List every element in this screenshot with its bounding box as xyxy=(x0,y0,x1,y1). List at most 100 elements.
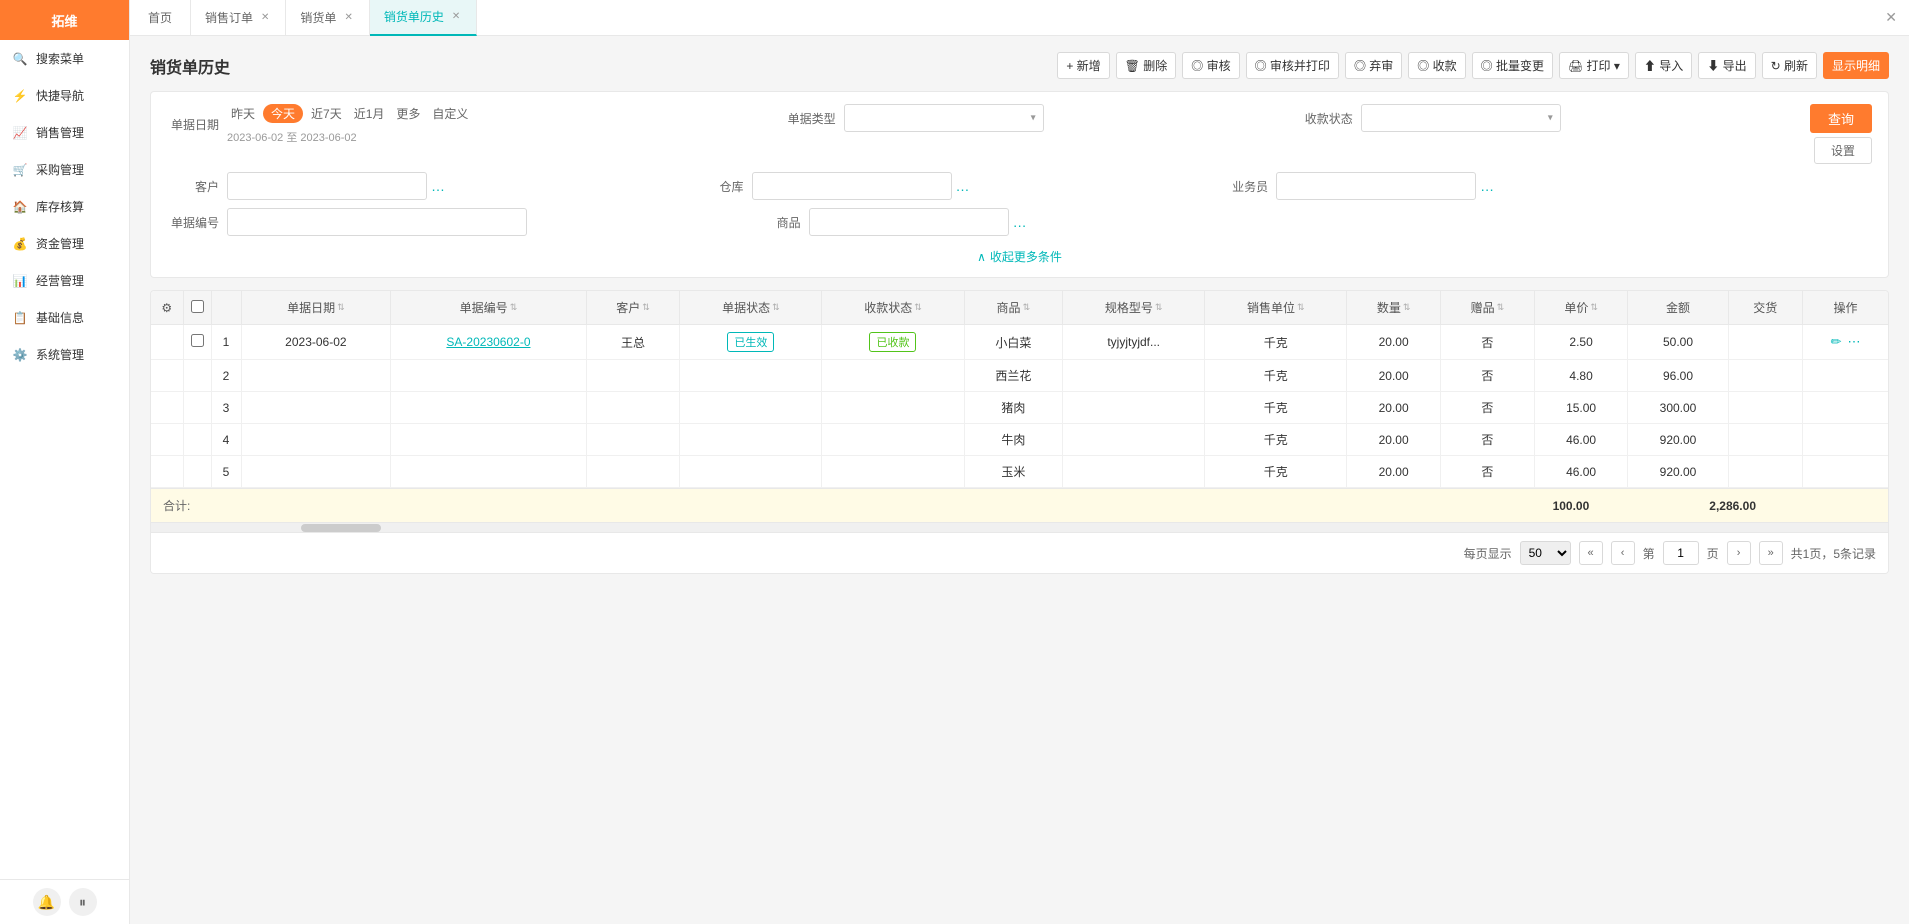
payment-status-badge: 已收款 xyxy=(869,332,916,352)
set-button[interactable]: 设置 xyxy=(1814,137,1872,164)
sidebar-item-quick-nav[interactable]: ⚡ 快捷导航 xyxy=(0,77,129,114)
abandon-button[interactable]: ◎ 弃审 xyxy=(1345,52,1402,79)
content-area: 销货单历史 + 新增 🗑 删除 ◎ 审核 ◎ 审核并打印 ◎ 弃审 ◎ 收款 ◎… xyxy=(130,36,1909,924)
row-goods: 猪肉 xyxy=(964,392,1063,424)
collect-button[interactable]: ◎ 收款 xyxy=(1408,52,1465,79)
select-all-checkbox[interactable] xyxy=(191,300,204,313)
row-checkbox[interactable] xyxy=(191,334,204,347)
refresh-button[interactable]: ↻ 刷新 xyxy=(1762,52,1817,79)
row-qty: 20.00 xyxy=(1347,392,1441,424)
col-payment-status[interactable]: 收款状态⇅ xyxy=(822,291,964,325)
sidebar-item-basic-info[interactable]: 📋 基础信息 xyxy=(0,299,129,336)
col-doc-no[interactable]: 单据编号⇅ xyxy=(391,291,586,325)
audit-button[interactable]: ◎ 审核 xyxy=(1182,52,1239,79)
col-gift[interactable]: 赠品⇅ xyxy=(1441,291,1535,325)
row-qty: 20.00 xyxy=(1347,325,1441,360)
sidebar-item-label: 资金管理 xyxy=(36,235,84,252)
sort-icon-gift: ⇅ xyxy=(1497,302,1505,313)
date-shortcut-7days[interactable]: 近7天 xyxy=(307,104,346,123)
tab-sales-goods[interactable]: 销货单 ✕ xyxy=(286,0,369,36)
date-shortcut-custom[interactable]: 自定义 xyxy=(428,104,472,123)
data-table-wrap: ⚙ 单据日期⇅ 单据编号⇅ 客户⇅ xyxy=(150,290,1889,574)
doc-no-link[interactable]: SA-20230602-0 xyxy=(446,335,530,349)
sidebar-item-system-mgmt[interactable]: ⚙️ 系统管理 xyxy=(0,336,129,373)
query-button[interactable]: 查询 xyxy=(1810,104,1872,133)
tab-sales-history[interactable]: 销货单历史 ✕ xyxy=(370,0,477,36)
collapse-link[interactable]: ∧ 收起更多条件 xyxy=(167,244,1872,265)
customer-input[interactable] xyxy=(227,172,427,200)
sidebar-item-ops-mgmt[interactable]: 📊 经营管理 xyxy=(0,262,129,299)
sidebar-item-sales-mgmt[interactable]: 📈 销售管理 xyxy=(0,114,129,151)
salesperson-input[interactable] xyxy=(1276,172,1476,200)
col-spec[interactable]: 规格型号⇅ xyxy=(1063,291,1205,325)
col-goods[interactable]: 商品⇅ xyxy=(964,291,1063,325)
date-shortcut-today[interactable]: 今天 xyxy=(263,104,303,123)
more-icon[interactable]: ⋯ xyxy=(1847,334,1860,350)
tab-sales-history-close[interactable]: ✕ xyxy=(450,9,462,24)
scrollbar-thumb[interactable] xyxy=(301,524,381,532)
pause-btn[interactable]: ⏸ xyxy=(69,888,97,916)
tab-sales-goods-close[interactable]: ✕ xyxy=(342,10,354,25)
pagination-bar: 每页显示 50 100 « ‹ 第 页 › » 共1页，5条记录 xyxy=(151,532,1888,573)
export-button[interactable]: ⬇ 导出 xyxy=(1698,52,1755,79)
sidebar-item-stock-calc[interactable]: 🏠 库存核算 xyxy=(0,188,129,225)
doc-no-input[interactable] xyxy=(227,208,527,236)
col-unit[interactable]: 销售单位⇅ xyxy=(1205,291,1347,325)
payment-status-select[interactable] xyxy=(1361,104,1561,132)
col-doc-status[interactable]: 单据状态⇅ xyxy=(680,291,822,325)
sidebar-item-label: 快捷导航 xyxy=(36,87,84,104)
goods-input[interactable] xyxy=(809,208,1009,236)
col-qty[interactable]: 数量⇅ xyxy=(1347,291,1441,325)
sidebar-item-finance-mgmt[interactable]: 💰 资金管理 xyxy=(0,225,129,262)
first-page-btn[interactable]: « xyxy=(1579,541,1603,565)
show-detail-button[interactable]: 显示明细 xyxy=(1823,52,1889,79)
tab-sales-order[interactable]: 销售订单 ✕ xyxy=(191,0,286,36)
date-shortcut-more[interactable]: 更多 xyxy=(392,104,424,123)
notification-btn[interactable]: 🔔 xyxy=(33,888,61,916)
prev-page-btn[interactable]: ‹ xyxy=(1611,541,1635,565)
row-unit: 千克 xyxy=(1205,392,1347,424)
salesperson-dots[interactable]: … xyxy=(1480,178,1494,194)
import-button[interactable]: ⬆ 导入 xyxy=(1635,52,1692,79)
print-button[interactable]: 🖨 打印 ▾ xyxy=(1559,52,1629,79)
sidebar-item-purchase-mgmt[interactable]: 🛒 采购管理 xyxy=(0,151,129,188)
page-input[interactable] xyxy=(1663,541,1699,565)
horizontal-scrollbar[interactable] xyxy=(151,522,1888,532)
goods-dots[interactable]: … xyxy=(1013,214,1027,230)
date-shortcut-yesterday[interactable]: 昨天 xyxy=(227,104,259,123)
last-page-btn[interactable]: » xyxy=(1759,541,1783,565)
audit-print-button[interactable]: ◎ 审核并打印 xyxy=(1246,52,1339,79)
tab-home[interactable]: 首页 xyxy=(130,0,191,36)
delete-button[interactable]: 🗑 删除 xyxy=(1116,52,1177,79)
total-info: 共1页，5条记录 xyxy=(1791,545,1876,562)
batch-change-button[interactable]: ◎ 批量变更 xyxy=(1472,52,1553,79)
next-page-btn[interactable]: › xyxy=(1727,541,1751,565)
col-doc-date-label: 单据日期 xyxy=(287,299,335,316)
row-unit: 千克 xyxy=(1205,456,1347,488)
query-btn-wrap: 查询 设置 xyxy=(1798,104,1872,164)
date-shortcut-1month[interactable]: 近1月 xyxy=(350,104,389,123)
col-doc-date[interactable]: 单据日期⇅ xyxy=(241,291,391,325)
warehouse-label: 仓库 xyxy=(692,178,752,195)
row-amount: 50.00 xyxy=(1628,325,1728,360)
doc-type-select[interactable] xyxy=(844,104,1044,132)
row-doc-no xyxy=(391,360,586,392)
col-settings[interactable]: ⚙ xyxy=(151,291,183,325)
sort-icon-spec: ⇅ xyxy=(1155,302,1163,313)
tab-sales-history-label: 销货单历史 xyxy=(384,8,444,25)
tab-bar-close-all[interactable]: ✕ xyxy=(1885,9,1909,26)
col-customer[interactable]: 客户⇅ xyxy=(586,291,680,325)
customer-dots[interactable]: … xyxy=(431,178,445,194)
col-doc-no-label: 单据编号 xyxy=(460,299,508,316)
per-page-select[interactable]: 50 100 xyxy=(1520,541,1571,565)
warehouse-dots[interactable]: … xyxy=(956,178,970,194)
row-unit: 千克 xyxy=(1205,360,1347,392)
new-button[interactable]: + 新增 xyxy=(1057,52,1109,79)
warehouse-input[interactable] xyxy=(752,172,952,200)
tab-sales-order-close[interactable]: ✕ xyxy=(259,10,271,25)
row-doc-date xyxy=(241,360,391,392)
col-unit-price[interactable]: 单价⇅ xyxy=(1534,291,1628,325)
edit-icon[interactable]: ✏ xyxy=(1831,334,1842,350)
row-spec xyxy=(1063,360,1205,392)
sidebar-item-search-menu[interactable]: 🔍 搜索菜单 xyxy=(0,40,129,77)
